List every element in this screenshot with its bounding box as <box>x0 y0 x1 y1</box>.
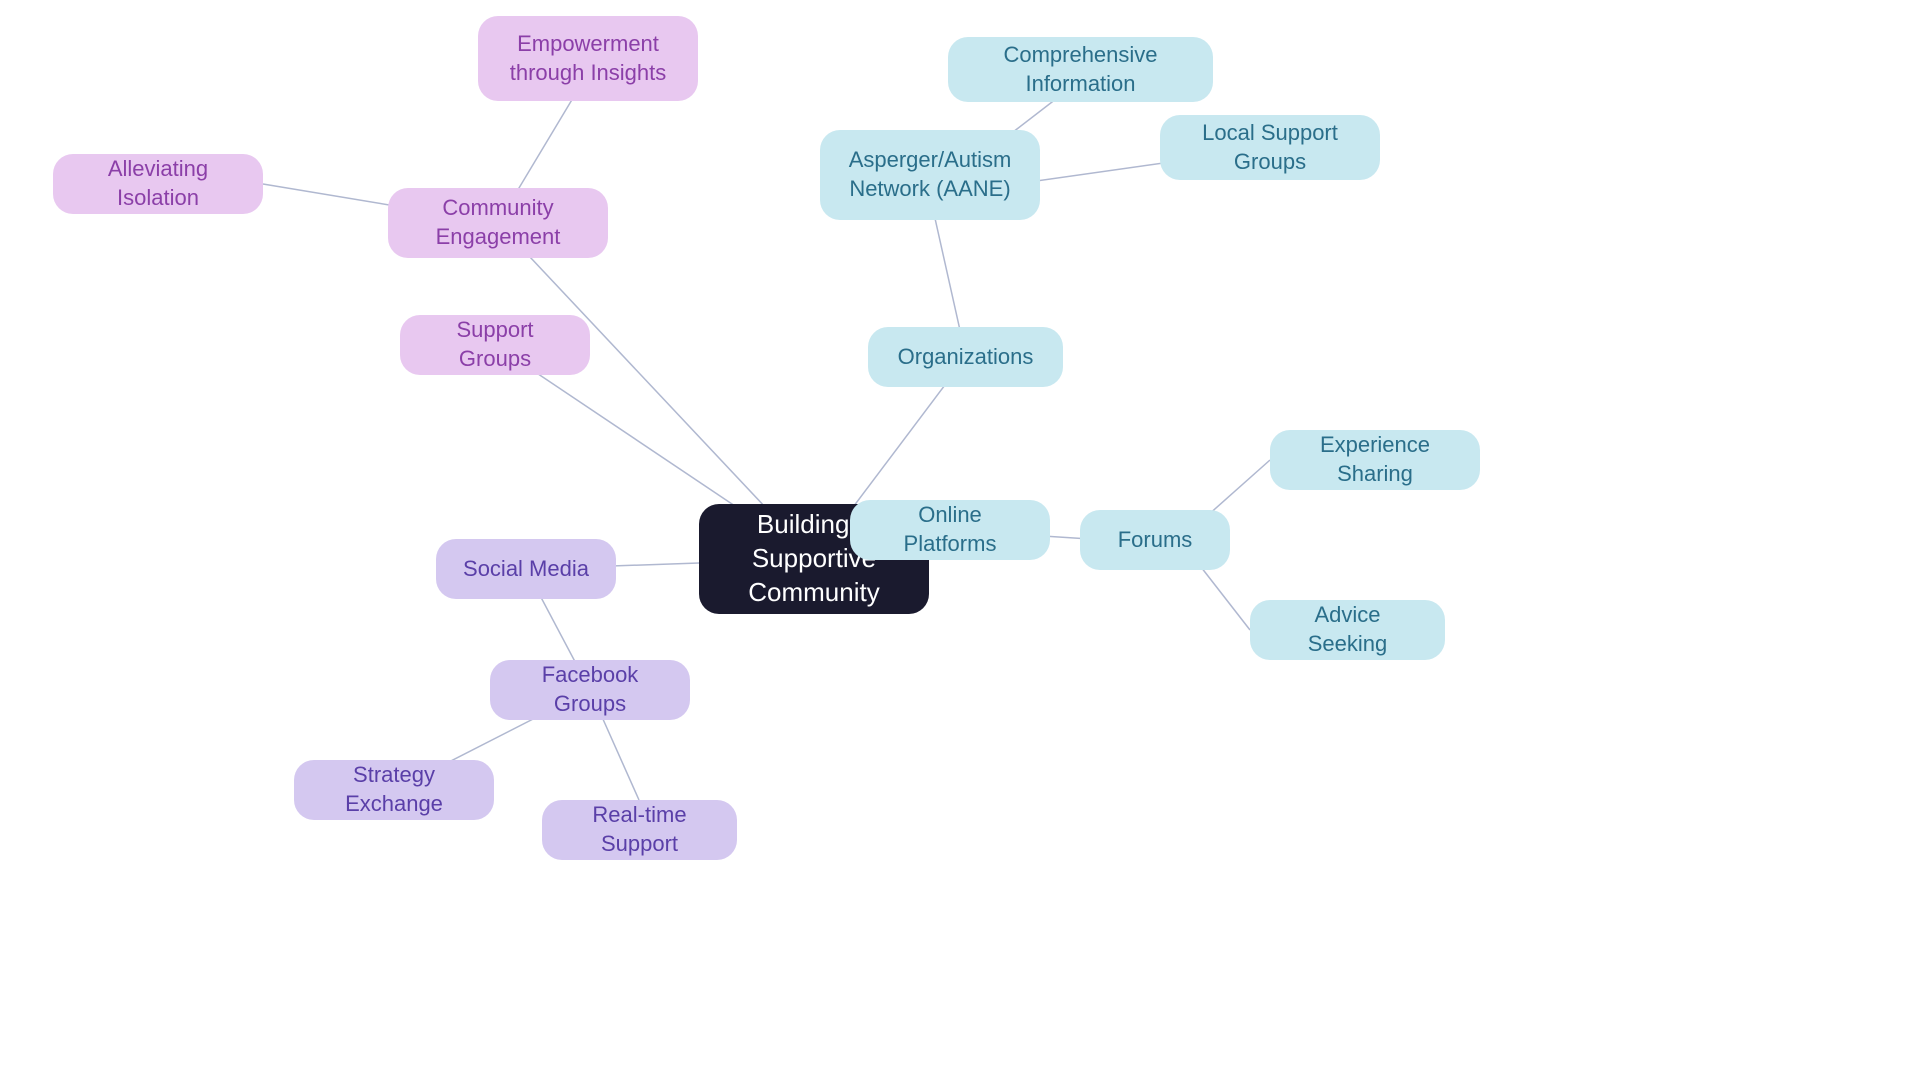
forums-node: Forums <box>1080 510 1230 570</box>
online-platforms-node: Online Platforms <box>850 500 1050 560</box>
strategy-exchange-node: Strategy Exchange <box>294 760 494 820</box>
support-groups-node: Support Groups <box>400 315 590 375</box>
comprehensive-info-node: Comprehensive Information <box>948 37 1213 102</box>
alleviating-isolation-node: Alleviating Isolation <box>53 154 263 214</box>
realtime-support-node: Real-time Support <box>542 800 737 860</box>
empowerment-insights-node: Empowerment through Insights <box>478 16 698 101</box>
community-engagement-node: Community Engagement <box>388 188 608 258</box>
experience-sharing-node: Experience Sharing <box>1270 430 1480 490</box>
facebook-groups-node: Facebook Groups <box>490 660 690 720</box>
social-media-node: Social Media <box>436 539 616 599</box>
local-support-groups-node: Local Support Groups <box>1160 115 1380 180</box>
advice-seeking-node: Advice Seeking <box>1250 600 1445 660</box>
organizations-node: Organizations <box>868 327 1063 387</box>
aane-node: Asperger/Autism Network (AANE) <box>820 130 1040 220</box>
